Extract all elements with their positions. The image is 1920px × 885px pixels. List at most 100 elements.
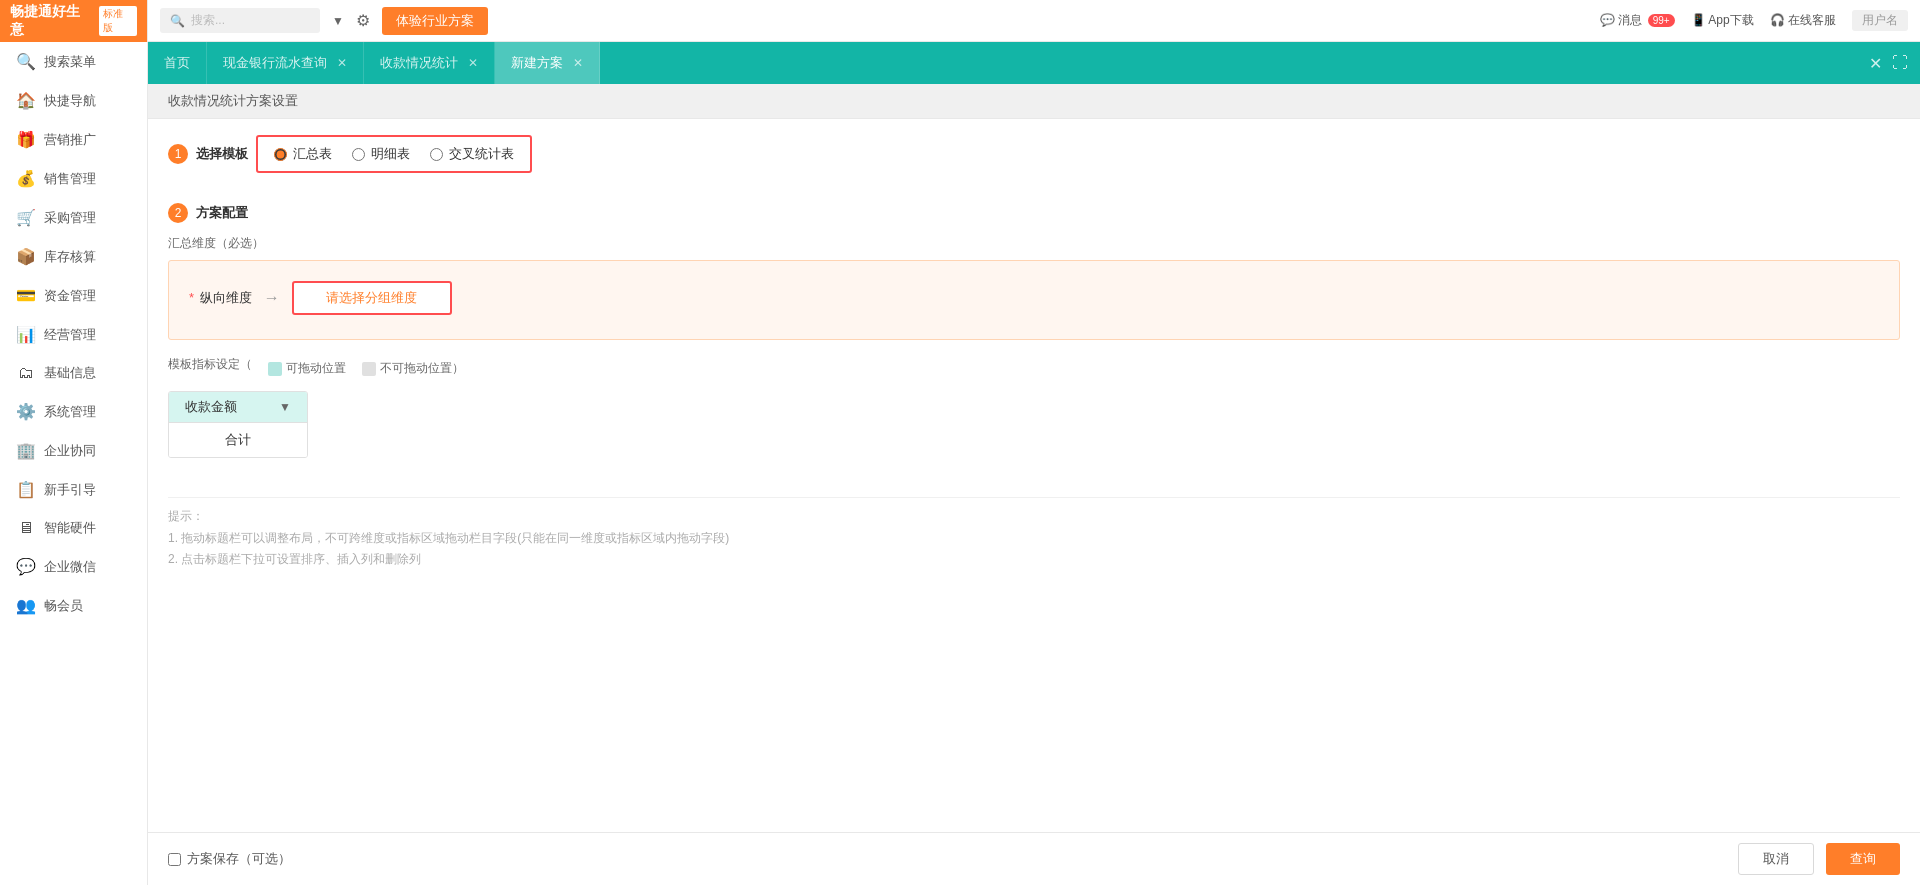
metric-hint: 可拖动位置 不可拖动位置）	[268, 360, 464, 377]
tab-home-label: 首页	[164, 54, 190, 72]
sidebar-item-inventory[interactable]: 📦 库存核算	[0, 237, 147, 276]
sidebar-item-purchase[interactable]: 🛒 采购管理	[0, 198, 147, 237]
section2-header: 2 方案配置	[168, 203, 1900, 223]
chat-icon: 💬	[16, 557, 36, 576]
content-inner: 收款情况统计方案设置 1 选择模板 汇总表 明细表	[148, 84, 1920, 832]
tab-bar-controls: ✕ ⛶	[1857, 42, 1920, 84]
sidebar-item-label: 系统管理	[44, 403, 96, 421]
tab-bank-flow[interactable]: 现金银行流水查询 ✕	[207, 42, 364, 84]
dimension-placeholder[interactable]: 请选择分组维度	[292, 281, 452, 315]
metric-table-cell: 合计	[169, 422, 307, 457]
sidebar-item-marketing[interactable]: 🎁 营销推广	[0, 120, 147, 159]
sidebar-item-hardware[interactable]: 🖥 智能硬件	[0, 509, 147, 547]
sidebar-item-label: 快捷导航	[44, 92, 96, 110]
msg-label: 消息	[1618, 13, 1642, 27]
footer-buttons: 取消 查询	[1738, 843, 1900, 875]
tab-new-plan-close[interactable]: ✕	[573, 56, 583, 70]
money-icon: 💰	[16, 169, 36, 188]
metric-table: 收款金额 ▼ 合计	[168, 391, 308, 458]
settings-icon[interactable]: ⚙	[356, 11, 370, 30]
draggable-indicator	[268, 362, 282, 376]
hint-fixed-label: 不可拖动位置）	[380, 360, 464, 377]
sidebar-item-quick-nav[interactable]: 🏠 快捷导航	[0, 81, 147, 120]
online-service-item[interactable]: 🎧 在线客服	[1770, 12, 1836, 29]
app-download-item[interactable]: 📱 App下载	[1691, 12, 1754, 29]
sidebar-item-label: 库存核算	[44, 248, 96, 266]
gear-icon: ⚙️	[16, 402, 36, 421]
sidebar: 畅捷通好生意 标准版 🔍 搜索菜单 🏠 快捷导航 🎁 营销推广 💰 销售管理 🛒…	[0, 0, 148, 885]
app-download-label: App下载	[1708, 13, 1753, 27]
sidebar-item-basic[interactable]: 🗂 基础信息	[0, 354, 147, 392]
sidebar-item-enterprise[interactable]: 🏢 企业协同	[0, 431, 147, 470]
radio-cross[interactable]: 交叉统计表	[430, 145, 514, 163]
online-service-label: 在线客服	[1788, 13, 1836, 27]
sidebar-item-wechat[interactable]: 💬 企业微信	[0, 547, 147, 586]
search-dropdown-icon[interactable]: ▼	[332, 14, 344, 28]
radio-detail-input[interactable]	[352, 148, 365, 161]
sidebar-item-label: 采购管理	[44, 209, 96, 227]
sidebar-item-guide[interactable]: 📋 新手引导	[0, 470, 147, 509]
building-icon: 🏢	[16, 441, 36, 460]
sidebar-item-sales[interactable]: 💰 销售管理	[0, 159, 147, 198]
tab-new-plan[interactable]: 新建方案 ✕	[495, 42, 600, 84]
step2-badge: 2	[168, 203, 188, 223]
radio-cross-label: 交叉统计表	[449, 145, 514, 163]
tips-section: 提示： 1. 拖动标题栏可以调整布局，不可跨维度或指标区域拖动栏目字段(只能在同…	[148, 506, 1920, 571]
tab-close-all-icon[interactable]: ✕	[1869, 54, 1882, 73]
radio-summary-input[interactable]	[274, 148, 287, 161]
dimension-title: 汇总维度（必选）	[168, 235, 1900, 252]
metric-dropdown-icon[interactable]: ▼	[279, 400, 291, 414]
tab-payment-stats-close[interactable]: ✕	[468, 56, 478, 70]
monitor-icon: 🖥	[16, 519, 36, 537]
section1-title: 选择模板	[196, 145, 248, 163]
folder-icon: 🗂	[16, 364, 36, 382]
save-checkbox-input[interactable]	[168, 853, 181, 866]
card-icon: 💳	[16, 286, 36, 305]
section-divider	[168, 497, 1900, 498]
tab-payment-stats-label: 收款情况统计	[380, 54, 458, 72]
sidebar-item-label: 资金管理	[44, 287, 96, 305]
radio-detail[interactable]: 明细表	[352, 145, 410, 163]
search-bar[interactable]: 🔍 搜索...	[160, 8, 320, 33]
logo-text: 畅捷通好生意	[10, 3, 93, 39]
section1-header: 1 选择模板 汇总表 明细表 交叉统计表	[168, 135, 1900, 173]
sidebar-item-member[interactable]: 👥 畅会员	[0, 586, 147, 625]
metric-table-header[interactable]: 收款金额 ▼	[169, 392, 307, 422]
sidebar-item-finance[interactable]: 💳 资金管理	[0, 276, 147, 315]
tab-bank-flow-label: 现金银行流水查询	[223, 54, 327, 72]
radio-detail-label: 明细表	[371, 145, 410, 163]
dimension-area: * 纵向维度 → 请选择分组维度	[168, 260, 1900, 340]
tab-expand-icon[interactable]: ⛶	[1892, 54, 1908, 72]
industry-btn[interactable]: 体验行业方案	[382, 7, 488, 35]
sidebar-item-search-menu[interactable]: 🔍 搜索菜单	[0, 42, 147, 81]
arrow-icon: →	[264, 289, 280, 307]
query-button[interactable]: 查询	[1826, 843, 1900, 875]
sidebar-item-label: 企业协同	[44, 442, 96, 460]
sidebar-item-operation[interactable]: 📊 经营管理	[0, 315, 147, 354]
sidebar-item-label: 销售管理	[44, 170, 96, 188]
save-plan-checkbox[interactable]: 方案保存（可选）	[168, 850, 291, 868]
radio-summary[interactable]: 汇总表	[274, 145, 332, 163]
vertical-dim-label: * 纵向维度	[189, 289, 252, 307]
cancel-button[interactable]: 取消	[1738, 843, 1814, 875]
tab-new-plan-label: 新建方案	[511, 54, 563, 72]
guide-icon: 📋	[16, 480, 36, 499]
metric-section: 模板指标设定（ 可拖动位置 不可拖动位置）	[168, 356, 1900, 473]
username-display[interactable]: 用户名	[1852, 10, 1908, 31]
main-area: 🔍 搜索... ▼ ⚙ 体验行业方案 💬 消息 99+ 📱 App下载 🎧 在线…	[148, 0, 1920, 885]
sidebar-logo: 畅捷通好生意 标准版	[0, 0, 147, 42]
page-content: 收款情况统计方案设置 1 选择模板 汇总表 明细表	[148, 84, 1920, 832]
search-menu-icon: 🔍	[16, 52, 36, 71]
tab-home[interactable]: 首页	[148, 42, 207, 84]
msg-badge: 99+	[1648, 14, 1675, 27]
home-icon: 🏠	[16, 91, 36, 110]
message-item[interactable]: 💬 消息 99+	[1600, 12, 1675, 29]
section-template: 1 选择模板 汇总表 明细表 交叉统计表	[148, 119, 1920, 203]
sidebar-item-label: 智能硬件	[44, 519, 96, 537]
sidebar-item-label: 搜索菜单	[44, 53, 96, 71]
sidebar-item-system[interactable]: ⚙️ 系统管理	[0, 392, 147, 431]
radio-cross-input[interactable]	[430, 148, 443, 161]
tab-payment-stats[interactable]: 收款情况统计 ✕	[364, 42, 495, 84]
sidebar-item-label: 新手引导	[44, 481, 96, 499]
tab-bank-flow-close[interactable]: ✕	[337, 56, 347, 70]
